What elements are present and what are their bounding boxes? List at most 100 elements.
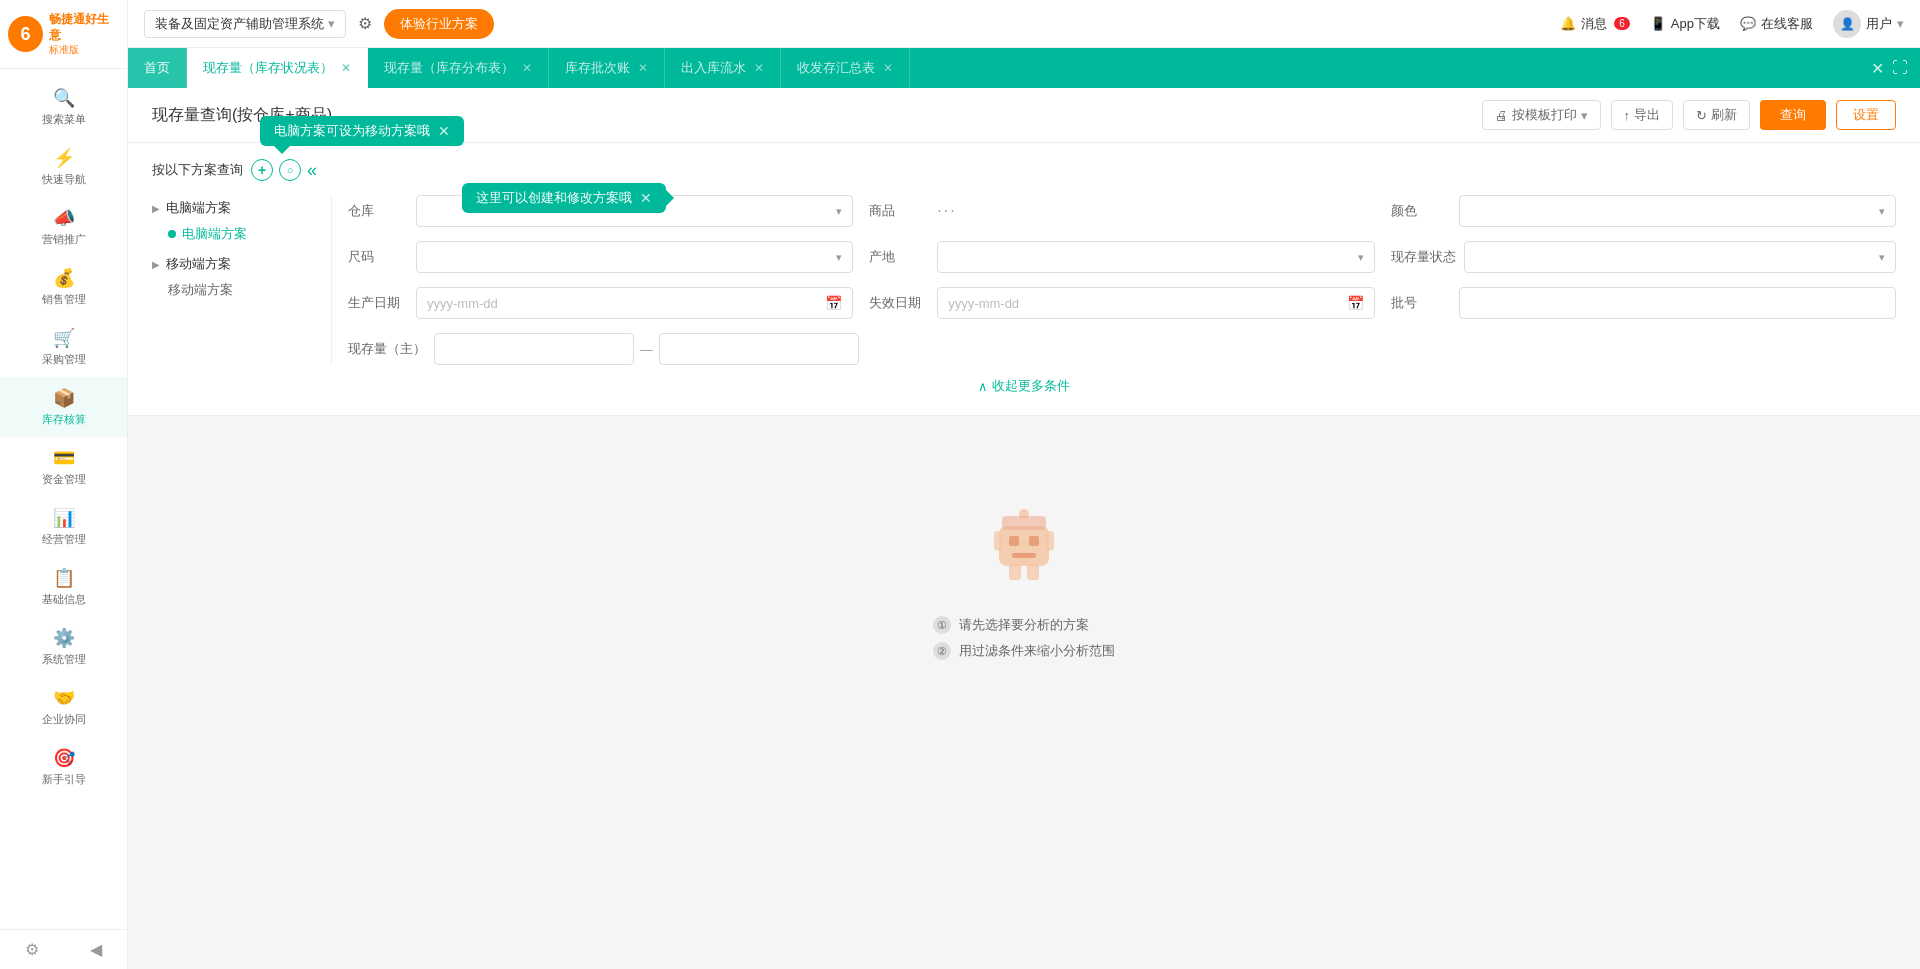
chevron-down-icon: ▾ xyxy=(328,16,335,31)
svg-point-9 xyxy=(1019,509,1029,519)
filter-manage-btn[interactable]: ○ 电脑方案可设为移动方案哦 ✕ xyxy=(279,159,301,181)
sidebar-item-operation[interactable]: 📊 经营管理 xyxy=(0,497,127,557)
setting-btn[interactable]: 设置 xyxy=(1836,100,1896,130)
tab-inout-flow[interactable]: 出入库流水 ✕ xyxy=(665,48,781,88)
empty-state: ① 请先选择要分析的方案 ② 用过滤条件来缩小分析范围 xyxy=(128,416,1920,700)
tooltip2-close-btn[interactable]: ✕ xyxy=(640,190,652,206)
filter-area: 按以下方案查询 + ○ 电脑方案可设为移动方案哦 ✕ « xyxy=(128,143,1920,416)
mobile-scheme-item-0[interactable]: 移动端方案 xyxy=(168,277,315,303)
tabbar-actions: ✕ ⛶ xyxy=(1859,59,1920,78)
tooltip2-arrow xyxy=(666,190,674,206)
system-select[interactable]: 装备及固定资产辅助管理系统 ▾ xyxy=(144,10,346,38)
logo[interactable]: 6 畅捷通好生意 标准版 xyxy=(0,0,127,69)
guide-icon: 🎯 xyxy=(53,747,75,769)
filter-add-btn[interactable]: + xyxy=(251,159,273,181)
svg-rect-3 xyxy=(1012,553,1036,558)
trial-button[interactable]: 体验行业方案 xyxy=(384,9,494,39)
svg-rect-1 xyxy=(1009,536,1019,546)
cooperation-icon: 🤝 xyxy=(53,687,75,709)
batch-input[interactable] xyxy=(1459,287,1896,319)
mobile-scheme-header[interactable]: ▶ 移动端方案 xyxy=(152,251,315,277)
scheme-panel: ▶ 电脑端方案 电脑端方案 ▶ xyxy=(152,195,332,365)
expire-calendar-icon[interactable]: 📅 xyxy=(1347,295,1364,311)
filter-cell-origin: 产地 ▾ xyxy=(869,241,1374,273)
sidebar-item-inventory[interactable]: 📦 库存核算 xyxy=(0,377,127,437)
pc-scheme-header[interactable]: ▶ 电脑端方案 xyxy=(152,195,315,221)
basic-icon: 📋 xyxy=(53,567,75,589)
tab-expand-btn[interactable]: ⛶ xyxy=(1892,59,1908,77)
print-btn[interactable]: 🖨 按模板打印 ▾ xyxy=(1482,100,1601,130)
sidebar-item-marketing[interactable]: 📣 营销推广 xyxy=(0,197,127,257)
tab-receipt-summary[interactable]: 收发存汇总表 ✕ xyxy=(781,48,910,88)
filter-body: ▶ 电脑端方案 电脑端方案 ▶ xyxy=(152,195,1896,365)
status-select-arrow: ▾ xyxy=(1879,251,1885,264)
collapse-btn[interactable]: ∧ 收起更多条件 xyxy=(978,377,1070,395)
topbar-right: 🔔 消息 6 📱 App下载 💬 在线客服 👤 用户 ▾ xyxy=(1560,10,1904,38)
sidebar-item-search[interactable]: 🔍 搜索菜单 xyxy=(0,77,127,137)
filter-cell-expire-date: 失效日期 yyyy-mm-dd 📅 xyxy=(869,287,1374,319)
tab-close-receipt-summary[interactable]: ✕ xyxy=(883,61,893,75)
sidebar-item-sales[interactable]: 💰 销售管理 xyxy=(0,257,127,317)
produce-date-input[interactable]: yyyy-mm-dd 📅 xyxy=(416,287,853,319)
tab-home[interactable]: 首页 xyxy=(128,48,187,88)
empty-tips: ① 请先选择要分析的方案 ② 用过滤条件来缩小分析范围 xyxy=(933,616,1115,660)
sidebar-item-finance[interactable]: 💳 资金管理 xyxy=(0,437,127,497)
tab-close-inout-flow[interactable]: ✕ xyxy=(754,61,764,75)
pc-scheme-item-0[interactable]: 电脑端方案 xyxy=(168,221,315,247)
tab-close-inventory-status[interactable]: ✕ xyxy=(341,61,351,75)
sidebar-item-cooperation[interactable]: 🤝 企业协同 xyxy=(0,677,127,737)
system-name: 装备及固定资产辅助管理系统 xyxy=(155,15,324,33)
qty-min-input[interactable] xyxy=(434,333,634,365)
filter-row-4: 现存量（主） — xyxy=(348,333,1896,365)
message-btn[interactable]: 🔔 消息 6 xyxy=(1560,15,1630,33)
search-btn[interactable]: 查询 xyxy=(1760,100,1826,130)
operation-icon: 📊 xyxy=(53,507,75,529)
quick-icon: ⚡ xyxy=(53,147,75,169)
export-btn[interactable]: ↑ 导出 xyxy=(1611,100,1674,130)
sidebar-item-guide[interactable]: 🎯 新手引导 xyxy=(0,737,127,797)
app-download-btn[interactable]: 📱 App下载 xyxy=(1650,15,1720,33)
tooltip1-close-btn[interactable]: ✕ xyxy=(438,123,450,139)
tab-close-inventory-dist[interactable]: ✕ xyxy=(522,61,532,75)
status-select[interactable]: ▾ xyxy=(1464,241,1896,273)
filter-row-2: 尺码 ▾ 产地 ▾ xyxy=(348,241,1896,273)
tab-batch-ledger[interactable]: 库存批次账 ✕ xyxy=(549,48,665,88)
tab-inventory-dist[interactable]: 现存量（库存分布表） ✕ xyxy=(368,48,549,88)
origin-select[interactable]: ▾ xyxy=(937,241,1374,273)
tab-close-all-btn[interactable]: ✕ xyxy=(1871,59,1884,78)
logo-text: 畅捷通好生意 标准版 xyxy=(49,12,119,56)
size-select[interactable]: ▾ xyxy=(416,241,853,273)
expire-date-input[interactable]: yyyy-mm-dd 📅 xyxy=(937,287,1374,319)
settings-gear-btn[interactable]: ⚙ xyxy=(358,14,372,33)
online-service-btn[interactable]: 💬 在线客服 xyxy=(1740,15,1813,33)
sidebar-item-quick[interactable]: ⚡ 快速导航 xyxy=(0,137,127,197)
tooltip-scheme-create: 这里可以创建和修改方案哦 ✕ xyxy=(462,183,666,213)
svg-rect-0 xyxy=(999,526,1049,566)
qty-max-input[interactable] xyxy=(659,333,859,365)
tab-inventory-status[interactable]: 现存量（库存状况表） ✕ xyxy=(187,48,368,88)
product-dots: ··· xyxy=(937,202,1374,220)
tip-num-2: ② xyxy=(933,642,951,660)
user-menu[interactable]: 👤 用户 ▾ xyxy=(1833,10,1904,38)
sidebar-item-basic[interactable]: 📋 基础信息 xyxy=(0,557,127,617)
refresh-btn[interactable]: ↻ 刷新 xyxy=(1683,100,1750,130)
produce-calendar-icon[interactable]: 📅 xyxy=(825,295,842,311)
sidebar-settings-btn[interactable]: ⚙ xyxy=(25,940,39,959)
empty-illustration xyxy=(974,496,1074,596)
filter-row-3: 生产日期 yyyy-mm-dd 📅 失效日期 yyyy-mm-dd 📅 xyxy=(348,287,1896,319)
page-actions: 🖨 按模板打印 ▾ ↑ 导出 ↻ 刷新 查询 设置 xyxy=(1482,100,1897,130)
color-select[interactable]: ▾ xyxy=(1459,195,1896,227)
purchase-icon: 🛒 xyxy=(53,327,75,349)
sidebar-item-purchase[interactable]: 🛒 采购管理 xyxy=(0,317,127,377)
filter-back-btn[interactable]: « xyxy=(307,160,317,181)
logo-icon: 6 xyxy=(8,16,43,52)
search-icon: 🔍 xyxy=(53,87,75,109)
svg-rect-5 xyxy=(1046,531,1054,551)
finance-icon: 💳 xyxy=(53,447,75,469)
sidebar-item-system[interactable]: ⚙️ 系统管理 xyxy=(0,617,127,677)
filter-cell-size: 尺码 ▾ xyxy=(348,241,853,273)
tab-close-batch-ledger[interactable]: ✕ xyxy=(638,61,648,75)
chevron-down-icon-user: ▾ xyxy=(1897,16,1904,31)
filter-cell-product: 商品 ··· xyxy=(869,195,1374,227)
sidebar-collapse-btn[interactable]: ◀ xyxy=(90,940,102,959)
